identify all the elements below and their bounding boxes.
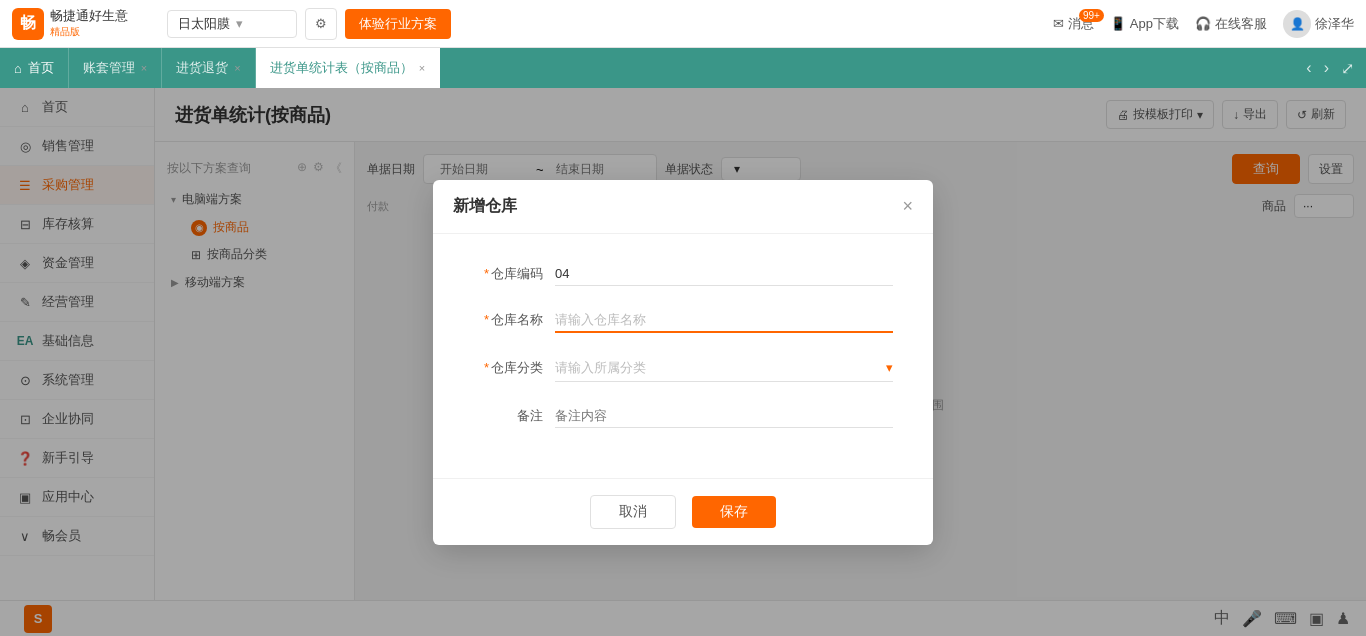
modal-close-icon[interactable]: × xyxy=(902,196,913,217)
form-row-remark: 备注 xyxy=(473,404,893,428)
tab-statistics-close-icon[interactable]: × xyxy=(419,62,425,74)
form-row-name: *仓库名称 xyxy=(473,308,893,333)
app-download-button[interactable]: 📱 App下载 xyxy=(1110,15,1179,33)
top-bar: 畅 畅捷通好生意 精品版 日太阳膜 ▾ ⚙ 体验行业方案 ✉ 消息 99+ 📱 … xyxy=(0,0,1366,48)
modal-title: 新增仓库 xyxy=(453,196,517,217)
name-input[interactable] xyxy=(555,308,893,333)
tab-returns-close-icon[interactable]: × xyxy=(234,62,240,74)
phone-icon: 📱 xyxy=(1110,16,1126,31)
remark-input[interactable] xyxy=(555,404,893,428)
tab-returns[interactable]: 进货退货 × xyxy=(162,48,255,88)
headset-icon: 🎧 xyxy=(1195,16,1211,31)
tab-returns-label: 进货退货 xyxy=(176,59,228,77)
home-icon: ⌂ xyxy=(14,61,22,76)
tab-accounts[interactable]: 账套管理 × xyxy=(69,48,162,88)
logo-area: 畅 畅捷通好生意 精品版 xyxy=(12,8,167,40)
logo-text-line1: 畅捷通好生意 xyxy=(50,8,128,25)
category-placeholder: 请输入所属分类 xyxy=(555,359,646,377)
tab-end-buttons: ‹ › ⤢ xyxy=(1302,55,1366,82)
modal-overlay[interactable]: 新增仓库 × *仓库编码 *仓库名称 xyxy=(0,88,1366,636)
new-warehouse-modal: 新增仓库 × *仓库编码 *仓库名称 xyxy=(433,180,933,545)
settings-icon: ⚙ xyxy=(315,16,327,31)
service-button[interactable]: 🎧 在线客服 xyxy=(1195,15,1267,33)
tab-accounts-label: 账套管理 xyxy=(83,59,135,77)
tab-scroll-right-icon[interactable]: › xyxy=(1320,55,1333,81)
store-selector[interactable]: 日太阳膜 ▾ xyxy=(167,10,297,38)
logo-icon: 畅 xyxy=(12,8,44,40)
username: 徐泽华 xyxy=(1315,15,1354,33)
trial-button[interactable]: 体验行业方案 xyxy=(345,9,451,39)
code-label: *仓库编码 xyxy=(473,265,543,283)
category-chevron-icon: ▾ xyxy=(886,360,893,375)
modal-header: 新增仓库 × xyxy=(433,180,933,234)
user-menu[interactable]: 👤 徐泽华 xyxy=(1283,10,1354,38)
form-row-category: *仓库分类 请输入所属分类 ▾ xyxy=(473,355,893,382)
save-button[interactable]: 保存 xyxy=(692,496,776,528)
tab-home-label: 首页 xyxy=(28,59,54,77)
settings-button[interactable]: ⚙ xyxy=(305,8,337,40)
logo-text-line2: 精品版 xyxy=(50,25,128,39)
modal-body: *仓库编码 *仓库名称 *仓库分类 请输入所 xyxy=(433,234,933,478)
cancel-button[interactable]: 取消 xyxy=(590,495,676,529)
form-row-code: *仓库编码 xyxy=(473,262,893,286)
tab-statistics-label: 进货单统计表（按商品） xyxy=(270,59,413,77)
service-label: 在线客服 xyxy=(1215,15,1267,33)
main-layout: ⌂ 首页 ◎ 销售管理 ☰ 采购管理 ⊟ 库存核算 ◈ 资金管理 ✎ 经营管理 … xyxy=(0,88,1366,636)
tab-scroll-left-icon[interactable]: ‹ xyxy=(1302,55,1315,81)
store-name: 日太阳膜 xyxy=(178,15,230,33)
tab-bar: ⌂ 首页 账套管理 × 进货退货 × 进货单统计表（按商品） × ‹ › ⤢ xyxy=(0,48,1366,88)
tab-statistics[interactable]: 进货单统计表（按商品） × xyxy=(256,48,440,88)
category-select[interactable]: 请输入所属分类 ▾ xyxy=(555,355,893,382)
messages-badge: 99+ xyxy=(1079,9,1104,22)
remark-label: 备注 xyxy=(473,407,543,425)
app-label: App下载 xyxy=(1130,15,1179,33)
store-chevron-icon: ▾ xyxy=(236,16,243,31)
modal-footer: 取消 保存 xyxy=(433,478,933,545)
message-icon: ✉ xyxy=(1053,16,1064,31)
name-label: *仓库名称 xyxy=(473,311,543,329)
tab-expand-icon[interactable]: ⤢ xyxy=(1337,55,1358,82)
code-input[interactable] xyxy=(555,262,893,286)
tab-accounts-close-icon[interactable]: × xyxy=(141,62,147,74)
messages-button[interactable]: ✉ 消息 99+ xyxy=(1053,15,1094,33)
top-right-area: ✉ 消息 99+ 📱 App下载 🎧 在线客服 👤 徐泽华 xyxy=(1053,10,1354,38)
tab-home[interactable]: ⌂ 首页 xyxy=(0,48,69,88)
avatar: 👤 xyxy=(1283,10,1311,38)
category-label: *仓库分类 xyxy=(473,359,543,377)
